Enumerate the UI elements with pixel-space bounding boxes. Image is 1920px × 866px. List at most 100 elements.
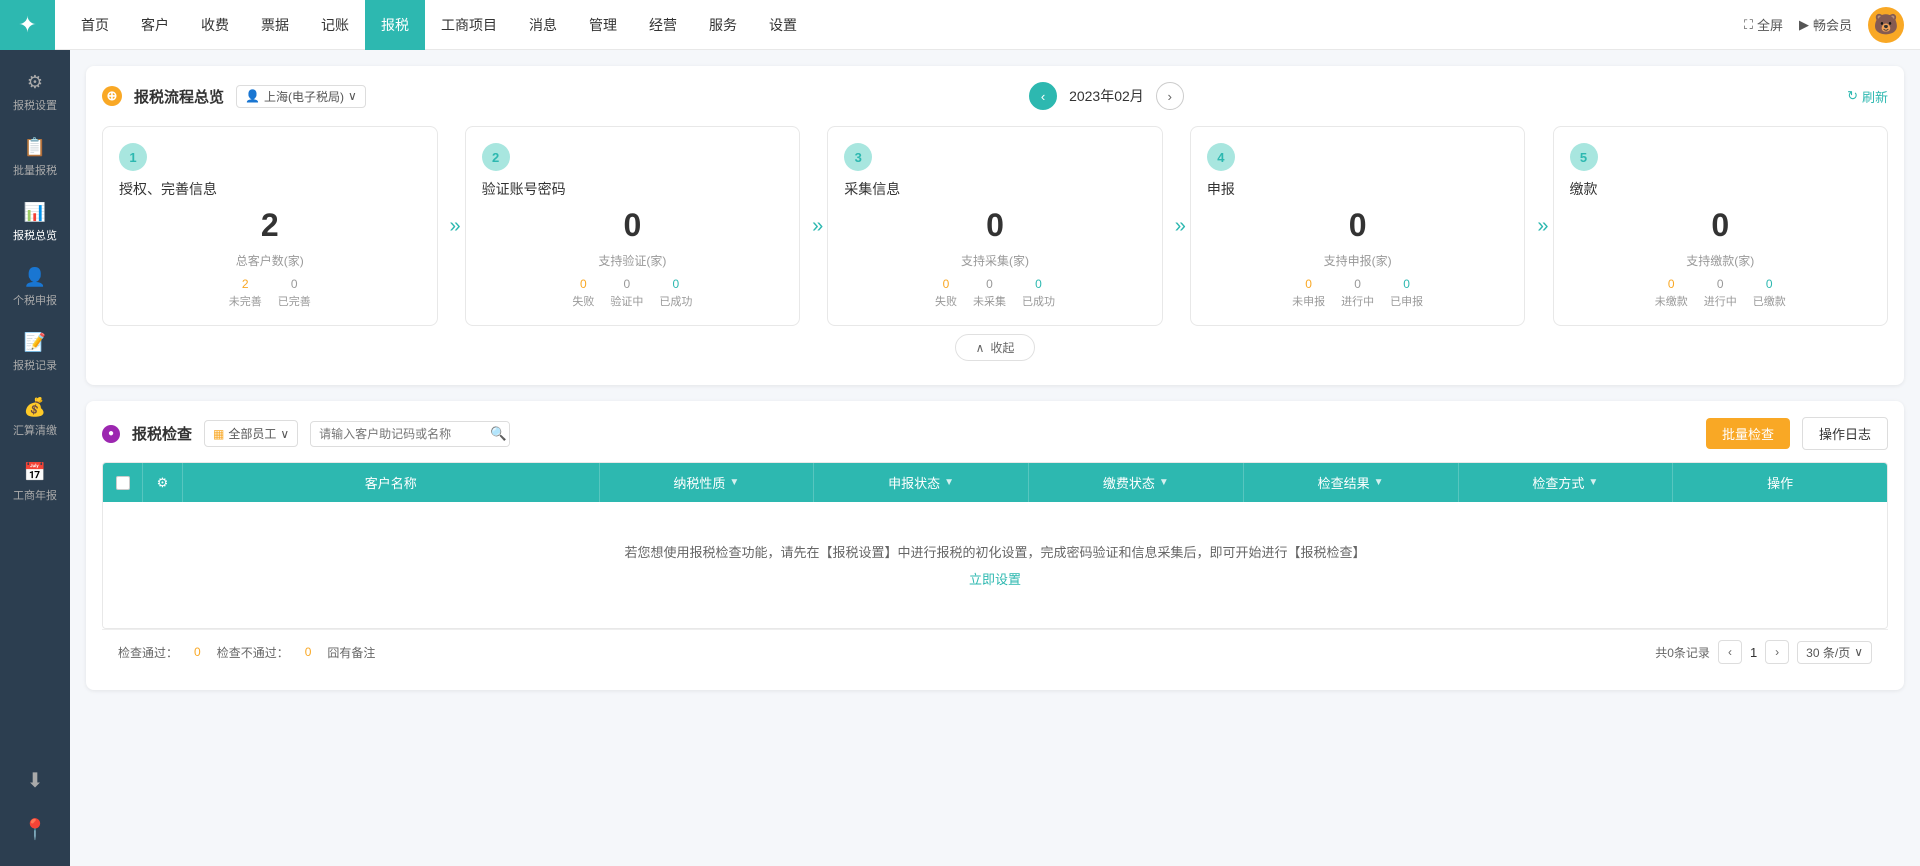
per-page-chevron-icon: ∨ (1854, 645, 1863, 659)
th-checkbox[interactable] (103, 463, 143, 502)
table-body: 若您想使用报税检查功能，请先在【报税设置】中进行报税的初化设置，完成密码验证和信… (103, 502, 1887, 628)
filter-triangle-2[interactable]: ▼ (944, 477, 954, 488)
current-page: 1 (1750, 645, 1757, 660)
nav-message[interactable]: 消息 (513, 0, 573, 50)
table-empty-state: 若您想使用报税检查功能，请先在【报税设置】中进行报税的初化设置，完成密码验证和信… (103, 502, 1887, 628)
step-title-1: 授权、完善信息 (119, 179, 421, 199)
step-value-3: 0 (844, 207, 1146, 244)
user-avatar[interactable]: 🐻 (1868, 7, 1904, 43)
tax-check-card: ● 报税检查 ▦ 全部员工 ∨ 🔍 批量检查 操作日志 (86, 401, 1904, 690)
step1-stat-incomplete[interactable]: 2 (229, 277, 262, 291)
flow-title: 报税流程总览 (134, 86, 224, 107)
tax-check-table: ⚙ 客户名称 纳税性质 ▼ 申报状态 ▼ 缴费状态 ▼ (102, 462, 1888, 629)
sidebar-item-batch-tax[interactable]: 📋 批量报税 (0, 125, 70, 190)
step-subtitle-4: 支持申报(家) (1207, 252, 1509, 269)
sidebar-label-tax-settings: 报税设置 (13, 97, 57, 113)
nav-right-area: ⛶ 全屏 ▶ 畅会员 🐻 (1744, 7, 1904, 43)
operation-log-button[interactable]: 操作日志 (1802, 417, 1888, 450)
step-title-4: 申报 (1207, 179, 1509, 199)
next-month-button[interactable]: › (1156, 82, 1184, 110)
main-layout: ⚙ 报税设置 📋 批量报税 📊 报税总览 👤 个税申报 📝 报税记录 💰 汇算清… (0, 50, 1920, 866)
step-title-2: 验证账号密码 (482, 179, 784, 199)
sidebar-item-annual-report[interactable]: 📅 工商年报 (0, 450, 70, 515)
nav-fees[interactable]: 收费 (185, 0, 245, 50)
setup-link[interactable]: 立即设置 (969, 569, 1021, 588)
employee-filter[interactable]: ▦ 全部员工 ∨ (204, 420, 298, 447)
step3-stat-fail[interactable]: 0 (935, 277, 957, 291)
step-num-3: 3 (844, 143, 872, 171)
step2-stat-verifying[interactable]: 0 (610, 277, 643, 291)
nav-home[interactable]: 首页 (65, 0, 125, 50)
fullscreen-button[interactable]: ⛶ 全屏 (1744, 15, 1783, 34)
location-person-icon: 👤 (245, 89, 260, 103)
sidebar-location-button[interactable]: 📍 (15, 809, 56, 850)
nav-tax[interactable]: 报税 (365, 0, 425, 50)
sidebar-item-tax-record[interactable]: 📝 报税记录 (0, 320, 70, 385)
sidebar-download-button[interactable]: ⬇ (19, 760, 52, 801)
pass-count[interactable]: 0 (194, 645, 201, 659)
nav-business[interactable]: 工商项目 (425, 0, 513, 50)
step-num-5: 5 (1570, 143, 1598, 171)
step2-stat-success[interactable]: 0 (659, 277, 692, 291)
filter-icon: ▦ (213, 427, 224, 441)
batch-check-button[interactable]: 批量检查 (1706, 418, 1790, 449)
nav-service[interactable]: 服务 (693, 0, 753, 50)
fail-count[interactable]: 0 (305, 645, 312, 659)
refresh-button[interactable]: ↻ 刷新 (1847, 87, 1888, 106)
th-pay-status: 缴费状态 ▼ (1029, 463, 1244, 502)
sidebar: ⚙ 报税设置 📋 批量报税 📊 报税总览 👤 个税申报 📝 报税记录 💰 汇算清… (0, 50, 70, 866)
step2-stat-fail[interactable]: 0 (572, 277, 594, 291)
step4-stat-inprogress[interactable]: 0 (1341, 277, 1374, 291)
step-value-1: 2 (119, 207, 421, 244)
prev-page-button[interactable]: ‹ (1718, 640, 1742, 664)
filter-triangle-4[interactable]: ▼ (1374, 477, 1384, 488)
nav-items: 首页 客户 收费 票据 记账 报税 工商项目 消息 管理 经营 服务 设置 (65, 0, 1744, 50)
nav-manage[interactable]: 管理 (573, 0, 633, 50)
collapse-button[interactable]: ∧ 收起 (955, 334, 1036, 361)
sidebar-item-annual-settlement[interactable]: 💰 汇算清缴 (0, 385, 70, 450)
step-stats-4: 0 未申报 0 进行中 0 已申报 (1207, 277, 1509, 309)
app-logo: ✦ (0, 0, 55, 50)
per-page-selector[interactable]: 30 条/页 ∨ (1797, 641, 1872, 664)
nav-settings[interactable]: 设置 (753, 0, 813, 50)
step5-stat-paid[interactable]: 0 (1753, 277, 1786, 291)
step3-stat-uncollected[interactable]: 0 (973, 277, 1006, 291)
search-input[interactable] (311, 423, 482, 445)
step-arrow-1: » (446, 215, 465, 238)
flow-step-2: 2 验证账号密码 0 支持验证(家) 0 失败 0 验证中 (465, 126, 801, 326)
location-tag[interactable]: 👤 上海(电子税局) ∨ (236, 85, 366, 108)
header-checkbox[interactable] (116, 476, 130, 490)
step-num-2: 2 (482, 143, 510, 171)
sidebar-item-tax-settings[interactable]: ⚙ 报税设置 (0, 60, 70, 125)
filter-triangle-3[interactable]: ▼ (1159, 477, 1169, 488)
step-subtitle-5: 支持缴款(家) (1570, 252, 1872, 269)
step1-stat-complete[interactable]: 0 (278, 277, 311, 291)
step-title-3: 采集信息 (844, 179, 1146, 199)
th-declare-status: 申报状态 ▼ (814, 463, 1029, 502)
location-text: 上海(电子税局) (264, 88, 344, 105)
sidebar-item-personal-tax[interactable]: 👤 个税申报 (0, 255, 70, 320)
sidebar-item-tax-overview[interactable]: 📊 报税总览 (0, 190, 70, 255)
nav-invoice[interactable]: 票据 (245, 0, 305, 50)
nav-client[interactable]: 客户 (125, 0, 185, 50)
th-check-method: 检查方式 ▼ (1459, 463, 1674, 502)
step5-stat-unpaid[interactable]: 0 (1655, 277, 1688, 291)
step4-stat-undeclared[interactable]: 0 (1292, 277, 1325, 291)
next-page-button[interactable]: › (1765, 640, 1789, 664)
th-settings[interactable]: ⚙ (143, 463, 183, 502)
th-operation: 操作 (1673, 463, 1887, 502)
search-button[interactable]: 🔍 (482, 422, 510, 446)
nav-accounting[interactable]: 记账 (305, 0, 365, 50)
nav-operation[interactable]: 经营 (633, 0, 693, 50)
member-button[interactable]: ▶ 畅会员 (1799, 15, 1852, 34)
filter-triangle-5[interactable]: ▼ (1588, 477, 1598, 488)
fail-label: 检查不通过： (217, 644, 289, 661)
step-arrow-4: » (1533, 215, 1552, 238)
step4-stat-declared[interactable]: 0 (1390, 277, 1423, 291)
step5-stat-inprogress[interactable]: 0 (1704, 277, 1737, 291)
step-subtitle-1: 总客户数(家) (119, 252, 421, 269)
step3-stat-success[interactable]: 0 (1022, 277, 1055, 291)
filter-triangle-1[interactable]: ▼ (729, 477, 739, 488)
prev-month-button[interactable]: ‹ (1029, 82, 1057, 110)
fullscreen-icon: ⛶ (1744, 17, 1753, 33)
